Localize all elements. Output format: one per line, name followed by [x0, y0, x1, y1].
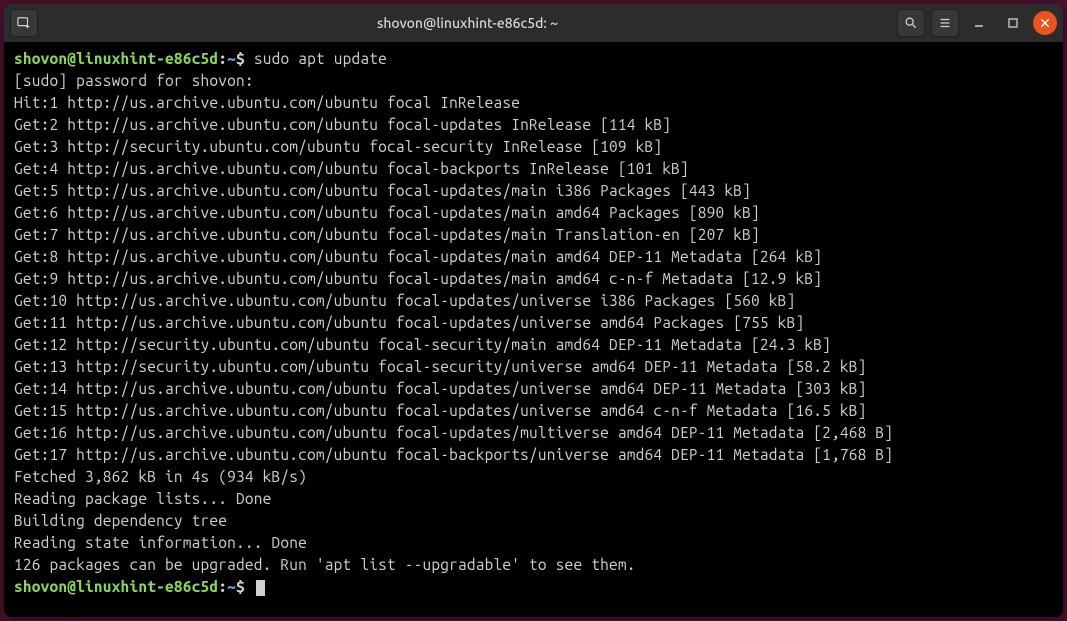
output-line: Get:17 http://us.archive.ubuntu.com/ubun… — [14, 446, 893, 463]
close-icon — [1039, 17, 1051, 29]
output-line: 126 packages can be upgraded. Run 'apt l… — [14, 556, 636, 573]
output-line: Get:4 http://us.archive.ubuntu.com/ubunt… — [14, 160, 689, 177]
prompt-dollar-2: $ — [236, 578, 245, 595]
prompt-colon: : — [218, 50, 227, 67]
hamburger-icon — [938, 16, 952, 30]
output-line: Get:2 http://us.archive.ubuntu.com/ubunt… — [14, 116, 671, 133]
maximize-icon — [1005, 15, 1021, 31]
new-tab-icon — [17, 16, 31, 30]
cursor — [256, 580, 265, 596]
prompt-path-2: ~ — [227, 578, 236, 595]
output-line: Get:16 http://us.archive.ubuntu.com/ubun… — [14, 424, 893, 441]
menu-button[interactable] — [931, 9, 959, 37]
maximize-button[interactable] — [999, 9, 1027, 37]
output-line: Building dependency tree — [14, 512, 227, 529]
output-line: Get:14 http://us.archive.ubuntu.com/ubun… — [14, 380, 866, 397]
close-button[interactable] — [1033, 11, 1057, 35]
output-line: Get:8 http://us.archive.ubuntu.com/ubunt… — [14, 248, 822, 265]
titlebar: shovon@linuxhint-e86c5d: ~ — [4, 4, 1063, 42]
minimize-button[interactable] — [965, 9, 993, 37]
search-button[interactable] — [897, 9, 925, 37]
output-line: Get:15 http://us.archive.ubuntu.com/ubun… — [14, 402, 866, 419]
prompt-dollar: $ — [236, 50, 245, 67]
output-line: Get:6 http://us.archive.ubuntu.com/ubunt… — [14, 204, 760, 221]
search-icon — [904, 16, 918, 30]
output-line: [sudo] password for shovon: — [14, 72, 254, 89]
prompt-user-host: shovon@linuxhint-e86c5d — [14, 50, 218, 67]
new-tab-button[interactable] — [10, 9, 38, 37]
minimize-icon — [971, 15, 987, 31]
output-line: Fetched 3,862 kB in 4s (934 kB/s) — [14, 468, 307, 485]
output-line: Get:7 http://us.archive.ubuntu.com/ubunt… — [14, 226, 760, 243]
output-line: Get:3 http://security.ubuntu.com/ubuntu … — [14, 138, 662, 155]
prompt-user-host-2: shovon@linuxhint-e86c5d — [14, 578, 218, 595]
prompt-path: ~ — [227, 50, 236, 67]
prompt-colon-2: : — [218, 578, 227, 595]
output-line: Get:11 http://us.archive.ubuntu.com/ubun… — [14, 314, 804, 331]
output-line: Reading state information... Done — [14, 534, 307, 551]
window-title: shovon@linuxhint-e86c5d: ~ — [42, 15, 893, 31]
output-line: Get:13 http://security.ubuntu.com/ubuntu… — [14, 358, 866, 375]
command-text: sudo apt update — [254, 50, 387, 67]
output-line: Get:12 http://security.ubuntu.com/ubuntu… — [14, 336, 831, 353]
output-line: Reading package lists... Done — [14, 490, 272, 507]
output-line: Get:10 http://us.archive.ubuntu.com/ubun… — [14, 292, 795, 309]
output-line: Get:9 http://us.archive.ubuntu.com/ubunt… — [14, 270, 822, 287]
output-line: Get:5 http://us.archive.ubuntu.com/ubunt… — [14, 182, 751, 199]
output-line: Hit:1 http://us.archive.ubuntu.com/ubunt… — [14, 94, 520, 111]
terminal-window: shovon@linuxhint-e86c5d: ~ — [4, 4, 1063, 617]
terminal-output[interactable]: shovon@linuxhint-e86c5d:~$ sudo apt upda… — [4, 42, 1063, 617]
